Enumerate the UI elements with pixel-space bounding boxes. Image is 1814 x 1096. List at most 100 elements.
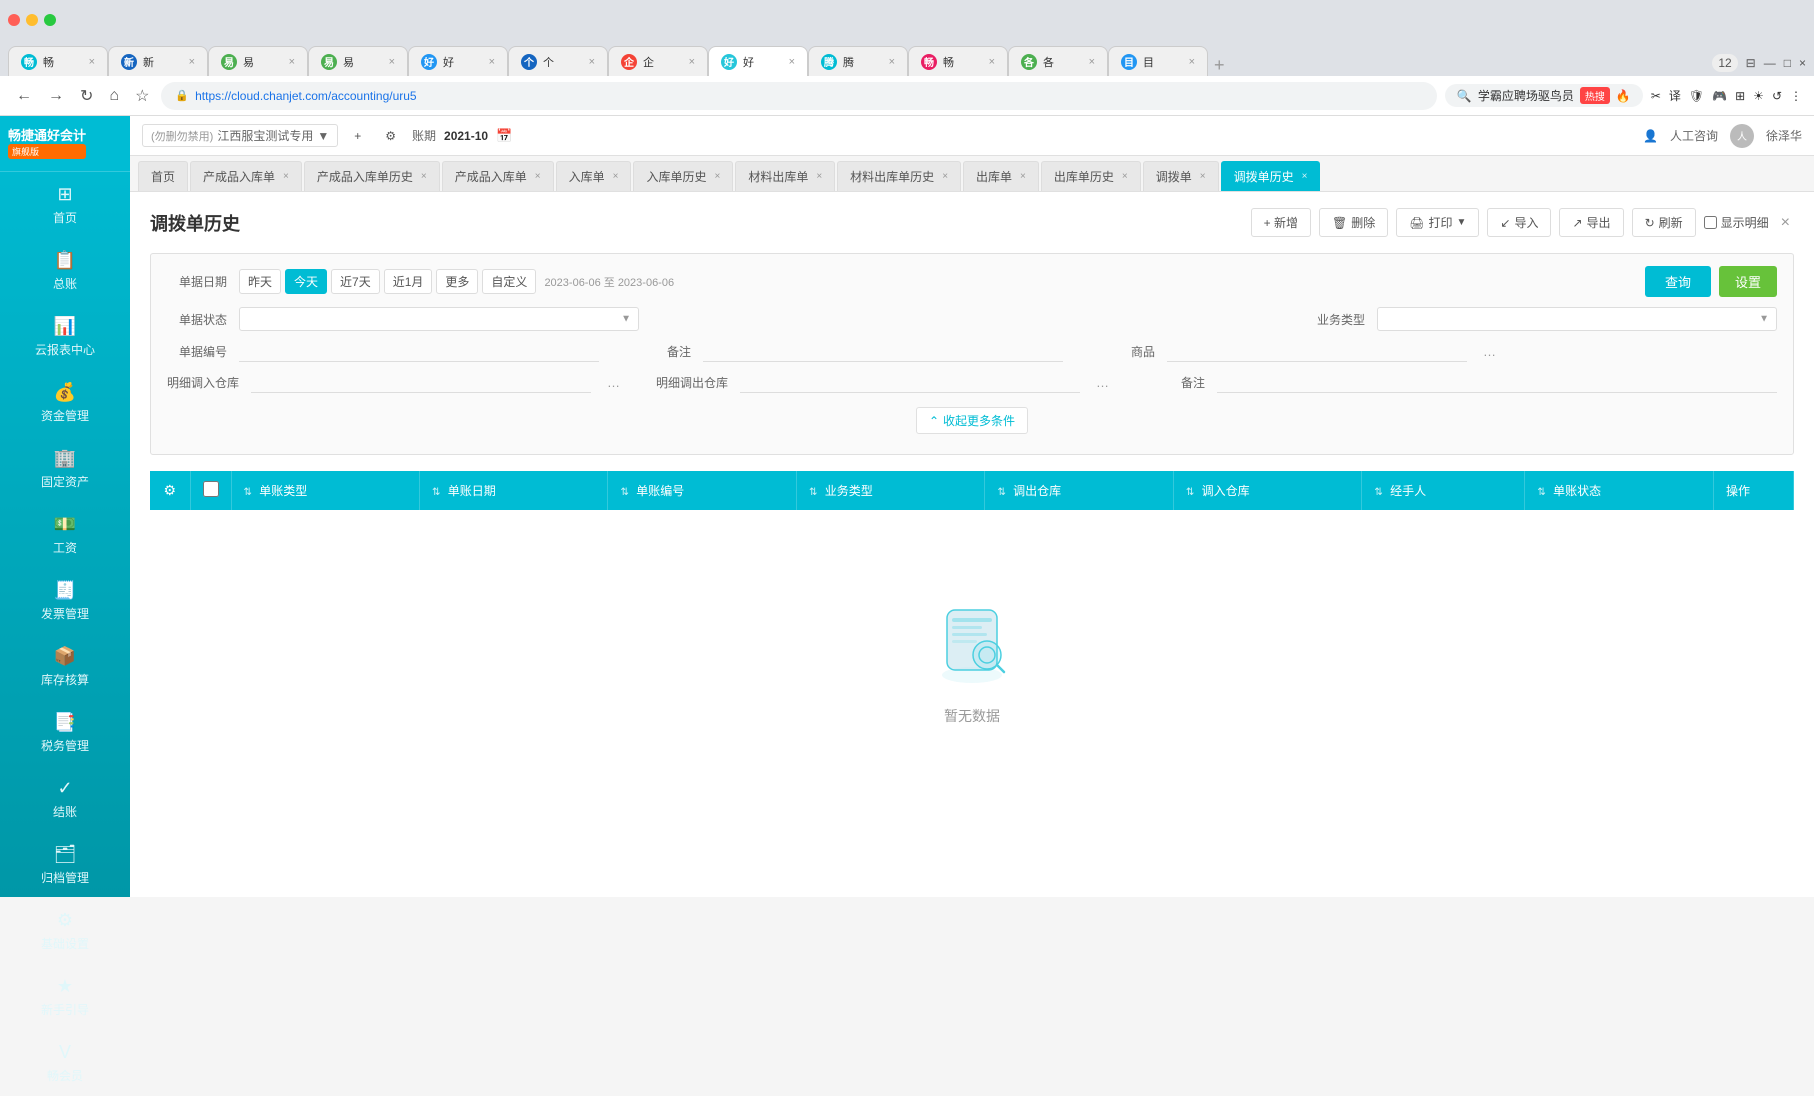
browser-tab-close-11[interactable]: × [1189,56,1195,68]
company-settings-btn[interactable]: ⚙ [377,127,404,145]
page-tab-1[interactable]: 产成品入库单 × [190,161,302,191]
date-btn-custom[interactable]: 自定义 [482,269,536,294]
close-btn[interactable]: × [1799,56,1806,70]
browser-tab-10[interactable]: 各 各 × [1008,46,1108,76]
ext-icon-1[interactable]: 🛡 [1689,89,1704,103]
display-detail-label[interactable]: 显示明细 [1704,214,1769,231]
browser-tab-9[interactable]: 畅 畅 × [908,46,1008,76]
page-tab-7[interactable]: 材料出库单历史 × [837,161,961,191]
page-tab-close-2[interactable]: × [421,171,427,182]
company-selector[interactable]: (勿删勿禁用) 江西服宝测试专用 ▼ [142,124,338,147]
browser-tab-8[interactable]: 腾 腾 × [808,46,908,76]
sidebar-item-inventory[interactable]: 📦 库存核算 [0,634,130,700]
browser-tab-close-3[interactable]: × [389,56,395,68]
refresh-btn[interactable]: ↻ 刷新 [1632,208,1696,237]
date-btn-7days[interactable]: 近7天 [331,269,380,294]
browser-tab-1[interactable]: 新 新 × [108,46,208,76]
browser-tab-close-0[interactable]: × [89,56,95,68]
browser-tab-0[interactable]: 畅 畅 × [8,46,108,76]
sidebar-item-member[interactable]: V 畅会员 [0,1030,130,1096]
browser-tab-7[interactable]: 好 好 × [708,46,808,76]
restore-btn[interactable]: □ [1784,56,1791,70]
user-name[interactable]: 徐泽华 [1766,127,1802,144]
delete-btn[interactable]: 🗑 删除 [1319,208,1388,237]
detail-in-input[interactable] [251,372,591,393]
page-tab-close-4[interactable]: × [613,171,619,182]
minimize-window-btn[interactable] [26,14,38,26]
col-business-type[interactable]: ⇅ 业务类型 [796,471,984,510]
page-tab-close-11[interactable]: × [1302,171,1308,182]
col-handler[interactable]: ⇅ 经手人 [1362,471,1525,510]
remark2-input[interactable] [1217,372,1777,393]
page-tab-3[interactable]: 产成品入库单 × [442,161,554,191]
page-tab-close-1[interactable]: × [283,171,289,182]
page-tab-close-6[interactable]: × [816,171,822,182]
browser-tab-6[interactable]: 企 企 × [608,46,708,76]
sidebar-item-archive[interactable]: 🗂 归档管理 [0,832,130,898]
print-btn[interactable]: 🖨 打印 ▼ [1396,208,1479,237]
remark-input[interactable] [703,341,1063,362]
goods-more-icon[interactable]: … [1479,344,1500,359]
page-tab-6[interactable]: 材料出库单 × [735,161,835,191]
browser-tab-close-4[interactable]: × [489,56,495,68]
status-select[interactable] [239,307,639,331]
sidebar-item-closing[interactable]: ✓ 结账 [0,766,130,832]
business-type-select[interactable] [1377,307,1777,331]
col-voucher-status[interactable]: ⇅ 单账状态 [1525,471,1714,510]
page-tab-2[interactable]: 产成品入库单历史 × [304,161,440,191]
cut-icon[interactable]: ✂ [1651,89,1661,103]
col-in-warehouse[interactable]: ⇅ 调入仓库 [1173,471,1361,510]
page-tab-8[interactable]: 出库单 × [963,161,1039,191]
query-btn[interactable]: 查询 [1645,266,1711,297]
sidebar-item-guide[interactable]: ★ 新手引导 [0,964,130,1030]
browser-tab-close-8[interactable]: × [889,56,895,68]
browser-tab-3[interactable]: 易 易 × [308,46,408,76]
browser-tab-11[interactable]: 目 目 × [1108,46,1208,76]
tab-tools-icon[interactable]: ⊟ [1746,56,1756,70]
forward-btn[interactable]: → [44,83,68,109]
detail-out-more-icon[interactable]: … [1092,375,1113,390]
new-btn[interactable]: + 新增 [1251,208,1311,237]
page-tab-5[interactable]: 入库单历史 × [633,161,733,191]
goods-input[interactable] [1167,341,1467,362]
browser-tab-close-7[interactable]: × [789,56,795,68]
ext-icon-4[interactable]: ☀ [1753,89,1764,103]
detail-out-input[interactable] [740,372,1080,393]
browser-tab-4[interactable]: 好 好 × [408,46,508,76]
translate-icon[interactable]: 译 [1669,87,1681,104]
period-value[interactable]: 2021-10 [444,129,488,143]
page-tab-close-7[interactable]: × [942,171,948,182]
ext-icon-2[interactable]: 🎮 [1712,89,1727,103]
col-out-warehouse[interactable]: ⇅ 调出仓库 [985,471,1173,510]
sidebar-item-ledger[interactable]: 📋 总账 [0,238,130,304]
browser-tab-close-2[interactable]: × [289,56,295,68]
display-detail-checkbox[interactable] [1704,216,1717,229]
col-voucher-no[interactable]: ⇅ 单账编号 [608,471,796,510]
page-tab-close-3[interactable]: × [535,171,541,182]
browser-tab-close-9[interactable]: × [989,56,995,68]
page-tab-11[interactable]: 调拨单历史 × [1221,161,1321,191]
ext-icon-3[interactable]: ⊞ [1735,89,1745,103]
sidebar-item-salary[interactable]: 💵 工资 [0,502,130,568]
date-btn-today[interactable]: 今天 [285,269,327,294]
date-btn-1month[interactable]: 近1月 [384,269,433,294]
sidebar-item-reports[interactable]: 📊 云报表中心 [0,304,130,370]
voucher-no-input[interactable] [239,341,599,362]
browser-tab-close-10[interactable]: × [1089,56,1095,68]
table-gear-icon[interactable]: ⚙ [163,482,176,498]
sidebar-item-assets[interactable]: 🏢 固定资产 [0,436,130,502]
sidebar-item-tax[interactable]: 📑 税务管理 [0,700,130,766]
col-voucher-date[interactable]: ⇅ 单账日期 [419,471,607,510]
home-btn[interactable]: ⌂ [105,83,123,109]
browser-tab-close-5[interactable]: × [589,56,595,68]
date-btn-more[interactable]: 更多 [436,269,478,294]
detail-in-more-icon[interactable]: … [603,375,624,390]
add-company-btn[interactable]: + [346,127,369,145]
sidebar-item-funds[interactable]: 💰 资金管理 [0,370,130,436]
search-box[interactable]: 🔍 学霸应聘场驱鸟员 热搜 🔥 [1445,84,1643,107]
browser-tab-close-1[interactable]: × [189,56,195,68]
table-gear-col[interactable]: ⚙ [150,471,190,510]
sidebar-item-invoice[interactable]: 🧾 发票管理 [0,568,130,634]
filter-settings-btn[interactable]: 设置 [1719,266,1777,297]
page-tab-close-8[interactable]: × [1020,171,1026,182]
